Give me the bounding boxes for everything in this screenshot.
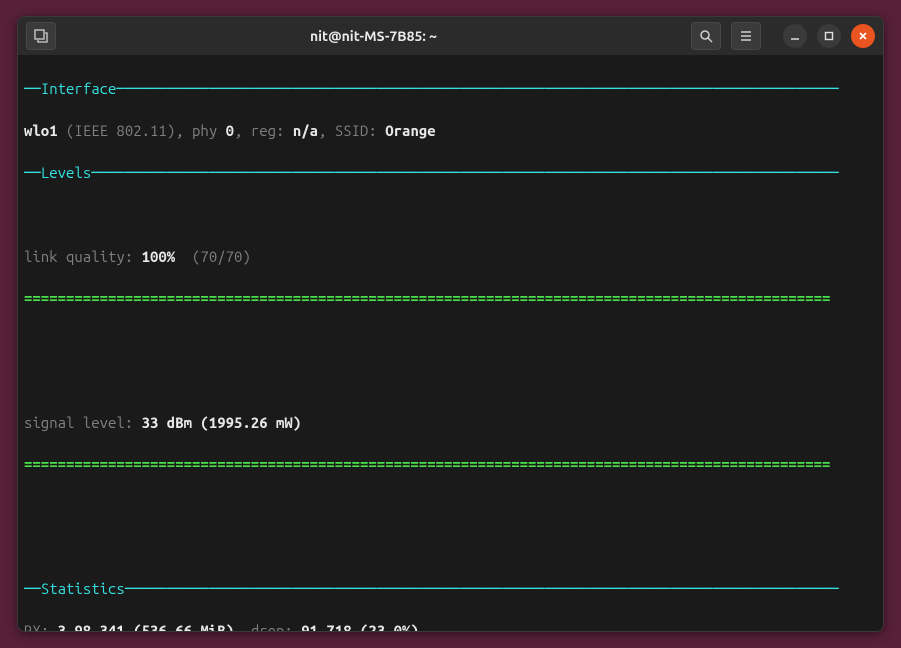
maximize-icon: [824, 31, 834, 41]
window-title: nit@nit-MS-7B85: ~: [58, 28, 689, 44]
section-interface: Interface: [41, 80, 117, 97]
section-divider: ──: [24, 80, 41, 97]
section-statistics: Statistics: [41, 580, 125, 597]
menu-button[interactable]: [731, 22, 761, 50]
new-tab-button[interactable]: [26, 22, 56, 50]
minimize-button[interactable]: [783, 24, 807, 48]
new-tab-icon: [34, 29, 48, 43]
section-levels: Levels: [41, 164, 91, 181]
close-button[interactable]: [851, 24, 875, 48]
close-icon: [858, 31, 868, 41]
search-icon: [699, 29, 713, 43]
link-quality-line: link quality: 100% (70/70): [24, 246, 877, 267]
search-button[interactable]: [691, 22, 721, 50]
titlebar: nit@nit-MS-7B85: ~: [18, 17, 883, 55]
interface-line: wlo1 (IEEE 802.11), phy 0, reg: n/a, SSI…: [24, 120, 877, 141]
signal-level-line: signal level: 33 dBm (1995.26 mW): [24, 412, 877, 433]
signal-level-bar: ========================================…: [24, 455, 877, 472]
rx-line: RX: 3,98,341 (536.66 MiB), drop: 91,718 …: [24, 620, 877, 631]
link-quality-bar: ========================================…: [24, 289, 877, 306]
terminal-output[interactable]: ──Interface─────────────────────────────…: [18, 55, 883, 631]
hamburger-icon: [739, 29, 753, 43]
terminal-window: nit@nit-MS-7B85: ~ ──Interface──────────…: [17, 16, 884, 632]
minimize-icon: [790, 31, 800, 41]
maximize-button[interactable]: [817, 24, 841, 48]
